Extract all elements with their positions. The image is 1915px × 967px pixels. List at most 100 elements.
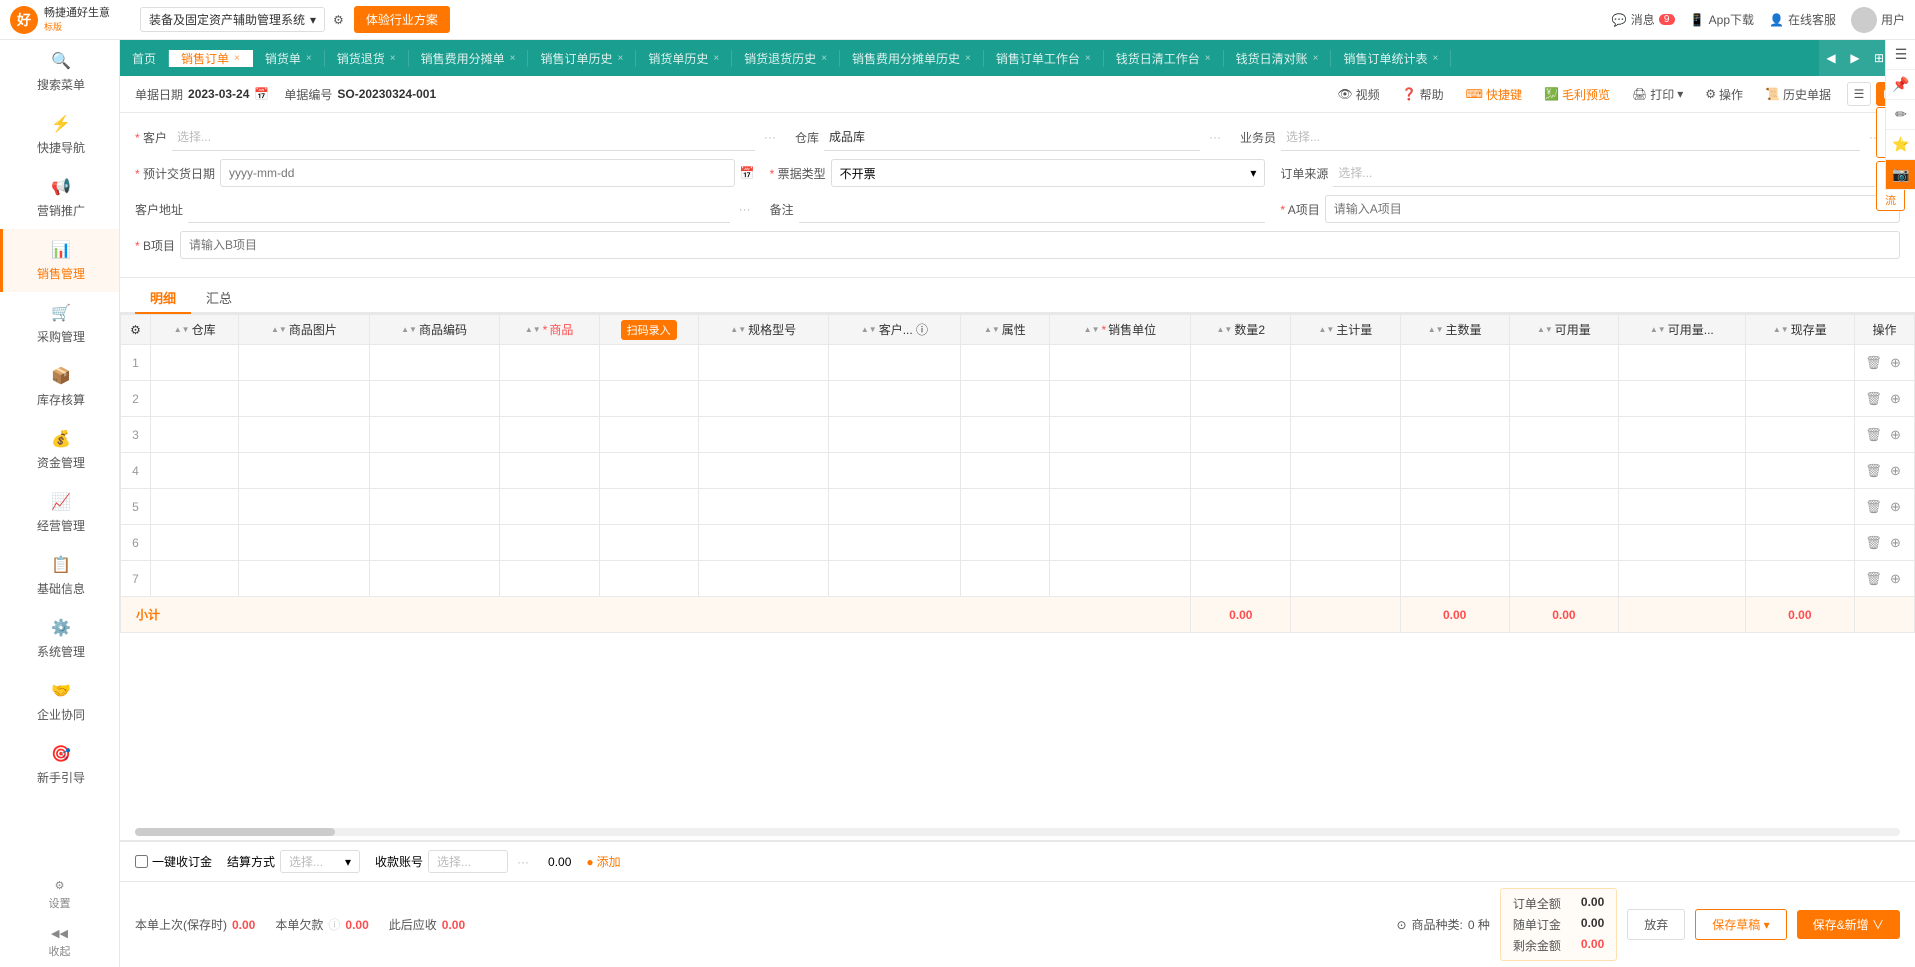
cell-available[interactable] xyxy=(1509,561,1618,597)
cell-code[interactable] xyxy=(369,345,499,381)
tab-close-12[interactable]: × xyxy=(1432,53,1438,64)
cell-stock[interactable] xyxy=(1745,345,1854,381)
cell-main-unit[interactable] xyxy=(1291,417,1400,453)
calendar-icon[interactable]: 📅 xyxy=(254,87,269,101)
sidebar-item-operation[interactable]: 📈经营管理 xyxy=(0,481,119,544)
th-goods[interactable]: ▲▼ *商品 xyxy=(499,315,599,345)
cell-available[interactable] xyxy=(1509,381,1618,417)
cell-qty2[interactable] xyxy=(1191,417,1291,453)
cell-qty2[interactable] xyxy=(1191,561,1291,597)
panel-icon-1[interactable]: ☰ xyxy=(1886,40,1915,70)
cell-available2[interactable] xyxy=(1619,561,1746,597)
cell-goods[interactable] xyxy=(499,417,599,453)
cell-main-qty[interactable] xyxy=(1400,489,1509,525)
tab-close-10[interactable]: × xyxy=(1205,53,1211,64)
cell-unit[interactable] xyxy=(1049,489,1191,525)
cell-available2[interactable] xyxy=(1619,489,1746,525)
cell-attribute[interactable] xyxy=(961,417,1049,453)
cell-warehouse[interactable] xyxy=(151,381,239,417)
cell-image[interactable] xyxy=(239,381,369,417)
cell-image[interactable] xyxy=(239,417,369,453)
cell-spec[interactable] xyxy=(698,381,828,417)
sidebar-item-search[interactable]: 🔍搜索菜单 xyxy=(0,40,119,103)
cell-unit[interactable] xyxy=(1049,561,1191,597)
cell-scan[interactable] xyxy=(599,525,698,561)
cell-image[interactable] xyxy=(239,561,369,597)
cell-code[interactable] xyxy=(369,417,499,453)
cell-main-unit[interactable] xyxy=(1291,453,1400,489)
tab-6[interactable]: 销货单历史× xyxy=(636,50,732,67)
tab-2[interactable]: 销货单× xyxy=(253,50,325,67)
cell-customer-ref[interactable] xyxy=(828,345,960,381)
a-project-input[interactable] xyxy=(1325,195,1900,223)
tab-8[interactable]: 销售费用分摊单历史× xyxy=(840,50,984,67)
cell-qty2[interactable] xyxy=(1191,381,1291,417)
cell-available[interactable] xyxy=(1509,525,1618,561)
tab-close-5[interactable]: × xyxy=(617,53,623,64)
customer-expand-btn[interactable]: ··· xyxy=(760,130,780,144)
th-image[interactable]: ▲▼ 商品图片 xyxy=(239,315,369,345)
th-main-qty[interactable]: ▲▼ 主数量 xyxy=(1400,315,1509,345)
cell-available2[interactable] xyxy=(1619,345,1746,381)
cell-unit[interactable] xyxy=(1049,345,1191,381)
cell-main-unit[interactable] xyxy=(1291,381,1400,417)
cell-customer-ref[interactable] xyxy=(828,489,960,525)
system-title[interactable]: 装备及固定资产辅助管理系统 ▾ xyxy=(140,7,325,32)
user-btn[interactable]: 用户 xyxy=(1851,7,1905,33)
copy-row-btn[interactable]: ⊕ xyxy=(1887,570,1905,588)
tab-4[interactable]: 销售费用分摊单× xyxy=(409,50,529,67)
cell-qty2[interactable] xyxy=(1191,345,1291,381)
panel-icon-4[interactable]: ⭐ xyxy=(1886,130,1915,160)
cell-goods[interactable] xyxy=(499,561,599,597)
sidebar-item-marketing[interactable]: 📢营销推广 xyxy=(0,166,119,229)
cell-stock[interactable] xyxy=(1745,381,1854,417)
cell-attribute[interactable] xyxy=(961,345,1049,381)
add-payment-btn[interactable]: ● 添加 xyxy=(586,853,620,870)
cell-scan[interactable] xyxy=(599,561,698,597)
cell-customer-ref[interactable] xyxy=(828,453,960,489)
b-project-input[interactable] xyxy=(180,231,1900,259)
cell-unit[interactable] xyxy=(1049,525,1191,561)
tab-close-2[interactable]: × xyxy=(306,53,312,64)
cell-stock[interactable] xyxy=(1745,489,1854,525)
delete-row-btn[interactable]: 🗑 xyxy=(1865,534,1883,552)
sidebar-item-finance[interactable]: 💰资金管理 xyxy=(0,418,119,481)
cell-goods[interactable] xyxy=(499,381,599,417)
cell-code[interactable] xyxy=(369,525,499,561)
order-source-input[interactable]: 选择... xyxy=(1333,159,1875,187)
sidebar-settings[interactable]: ⚙ 设置 xyxy=(0,871,119,919)
tab-5[interactable]: 销售订单历史× xyxy=(528,50,636,67)
warehouse-expand-btn[interactable]: ··· xyxy=(1205,130,1225,144)
save-new-btn[interactable]: 保存&新增 ∨ xyxy=(1797,910,1900,939)
address-expand-btn[interactable]: ··· xyxy=(735,202,755,216)
tab-summary[interactable]: 汇总 xyxy=(191,283,247,314)
cell-main-unit[interactable] xyxy=(1291,561,1400,597)
app-download-btn[interactable]: 📱 App下载 xyxy=(1690,11,1754,28)
cell-unit[interactable] xyxy=(1049,381,1191,417)
cell-warehouse[interactable] xyxy=(151,453,239,489)
staff-input[interactable]: 选择... xyxy=(1281,123,1860,151)
th-stock[interactable]: ▲▼ 现存量 xyxy=(1745,315,1854,345)
tab-detail[interactable]: 明细 xyxy=(135,283,191,314)
cell-main-unit[interactable] xyxy=(1291,345,1400,381)
delete-row-btn[interactable]: 🗑 xyxy=(1865,426,1883,444)
th-code[interactable]: ▲▼ 商品编码 xyxy=(369,315,499,345)
sidebar-item-enterprise[interactable]: 🤝企业协同 xyxy=(0,670,119,733)
profit-btn[interactable]: 💹 毛利预览 xyxy=(1538,83,1616,106)
cell-scan[interactable] xyxy=(599,489,698,525)
cell-unit[interactable] xyxy=(1049,417,1191,453)
tab-7[interactable]: 销货退货历史× xyxy=(732,50,840,67)
cell-available2[interactable] xyxy=(1619,381,1746,417)
th-unit[interactable]: ▲▼ *销售单位 xyxy=(1049,315,1191,345)
cell-stock[interactable] xyxy=(1745,525,1854,561)
cell-main-qty[interactable] xyxy=(1400,345,1509,381)
industry-btn[interactable]: 体验行业方案 xyxy=(354,6,450,33)
delete-row-btn[interactable]: 🗑 xyxy=(1865,354,1883,372)
cell-image[interactable] xyxy=(239,525,369,561)
sidebar-item-basic-info[interactable]: 📋基础信息 xyxy=(0,544,119,607)
th-attribute[interactable]: ▲▼ 属性 xyxy=(961,315,1049,345)
cell-main-qty[interactable] xyxy=(1400,417,1509,453)
tab-close-4[interactable]: × xyxy=(510,53,516,64)
tab-close-3[interactable]: × xyxy=(390,53,396,64)
customer-input[interactable]: 选择... xyxy=(172,123,755,151)
